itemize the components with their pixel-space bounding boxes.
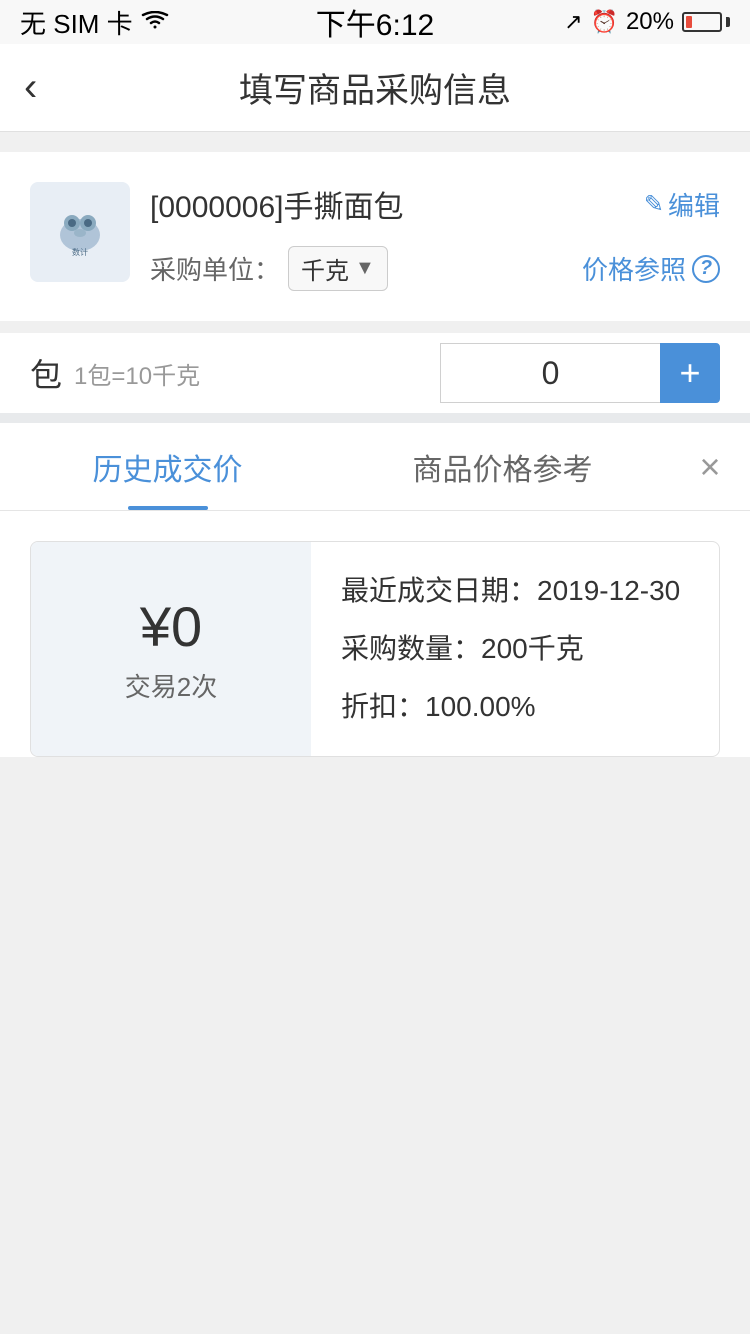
history-price-value: ¥0 [140,594,202,659]
page-title: 填写商品采购信息 [239,63,511,112]
unit-row: 采购单位： 千克 ▼ 价格参照 ? [150,246,720,291]
price-ref-link[interactable]: 价格参照 ? [582,250,720,287]
back-button[interactable]: ‹ [24,65,37,110]
unit-label-text: 采购单位： [150,250,280,287]
price-ref-label: 价格参照 [582,250,686,287]
transactions-label: 交易2次 [125,667,217,704]
plus-icon: + [679,355,700,391]
alarm-icon: ⏰ [591,9,618,35]
unit-chevron-icon: ▼ [355,257,375,280]
product-name-row: [0000006]手撕面包 ✎ 编辑 [150,182,720,226]
tab-active-indicator [128,506,208,510]
status-bar: 无 SIM 卡 下午6:12 ↗ ⏰ 20% [0,0,750,44]
section-divider [0,321,750,331]
quantity-unit: 包 [30,350,62,396]
product-card: 数计 [0000006]手撕面包 ✎ 编辑 采购单位： 千克 ▼ 价格参照 ? [0,152,750,321]
discount-row: 折扣：100.00% [341,686,689,728]
nav-bar: ‹ 填写商品采购信息 [0,44,750,132]
tab-product-price-label: 商品价格参考 [413,445,593,489]
close-icon: × [699,446,720,488]
carrier-text: 无 SIM 卡 [20,4,133,41]
discount-label: 折扣： [341,691,425,722]
close-panel-button[interactable]: × [670,446,750,488]
quantity-input[interactable] [441,344,660,402]
recent-date-label: 最近成交日期： [341,575,537,606]
unit-label: 采购单位： 千克 ▼ [150,246,388,291]
quantity-value: 200千克 [481,633,584,664]
history-details: 最近成交日期：2019-12-30 采购数量：200千克 折扣：100.00% [311,542,719,756]
product-info: [0000006]手撕面包 ✎ 编辑 采购单位： 千克 ▼ 价格参照 ? [150,182,720,291]
location-icon: ↗ [564,9,582,35]
recent-date-value: 2019-12-30 [537,575,680,606]
quantity-label-text: 采购数量： [341,633,481,664]
unit-select[interactable]: 千克 ▼ [288,246,388,291]
unit-value: 千克 [301,251,349,286]
quantity-section: 包 1包=10千克 + [0,333,750,413]
quantity-add-button[interactable]: + [660,343,720,403]
battery-percent: 20% [626,8,674,36]
discount-value: 100.00% [425,691,536,722]
tab-history-label: 历史成交价 [93,445,243,489]
price-symbol: ¥ [140,595,171,658]
status-right: ↗ ⏰ 20% [564,8,730,36]
battery-icon [682,12,730,32]
product-thumb-icon: 数计 [50,197,110,267]
quantity-label: 包 1包=10千克 [30,350,200,396]
product-thumbnail: 数计 [30,182,130,282]
history-card: ¥0 交易2次 最近成交日期：2019-12-30 采购数量：200千克 折扣：… [30,541,720,757]
section-divider-2 [0,413,750,423]
purchase-quantity-row: 采购数量：200千克 [341,628,689,670]
status-left: 无 SIM 卡 [20,4,169,41]
price-ref-info-icon: ? [692,255,720,283]
recent-date-row: 最近成交日期：2019-12-30 [341,570,689,612]
tab-history-price[interactable]: 历史成交价 [0,423,335,510]
quantity-input-wrap [440,343,660,403]
edit-button[interactable]: ✎ 编辑 [644,186,720,223]
svg-text:数计: 数计 [72,247,88,257]
edit-label: 编辑 [668,186,720,223]
tab-product-price-ref[interactable]: 商品价格参考 [335,423,670,510]
product-name: [0000006]手撕面包 [150,182,403,226]
history-price-left: ¥0 交易2次 [31,542,311,756]
price-panel: 历史成交价 商品价格参考 × ¥0 交易2次 最近成交日期：2019-12-30… [0,423,750,757]
quantity-control: + [440,343,720,403]
edit-icon: ✎ [644,190,664,219]
price-number: 0 [171,595,202,658]
status-time: 下午6:12 [316,0,434,44]
wifi-icon [141,7,169,38]
quantity-conversion: 1包=10千克 [74,356,200,391]
tabs-bar: 历史成交价 商品价格参考 × [0,423,750,511]
